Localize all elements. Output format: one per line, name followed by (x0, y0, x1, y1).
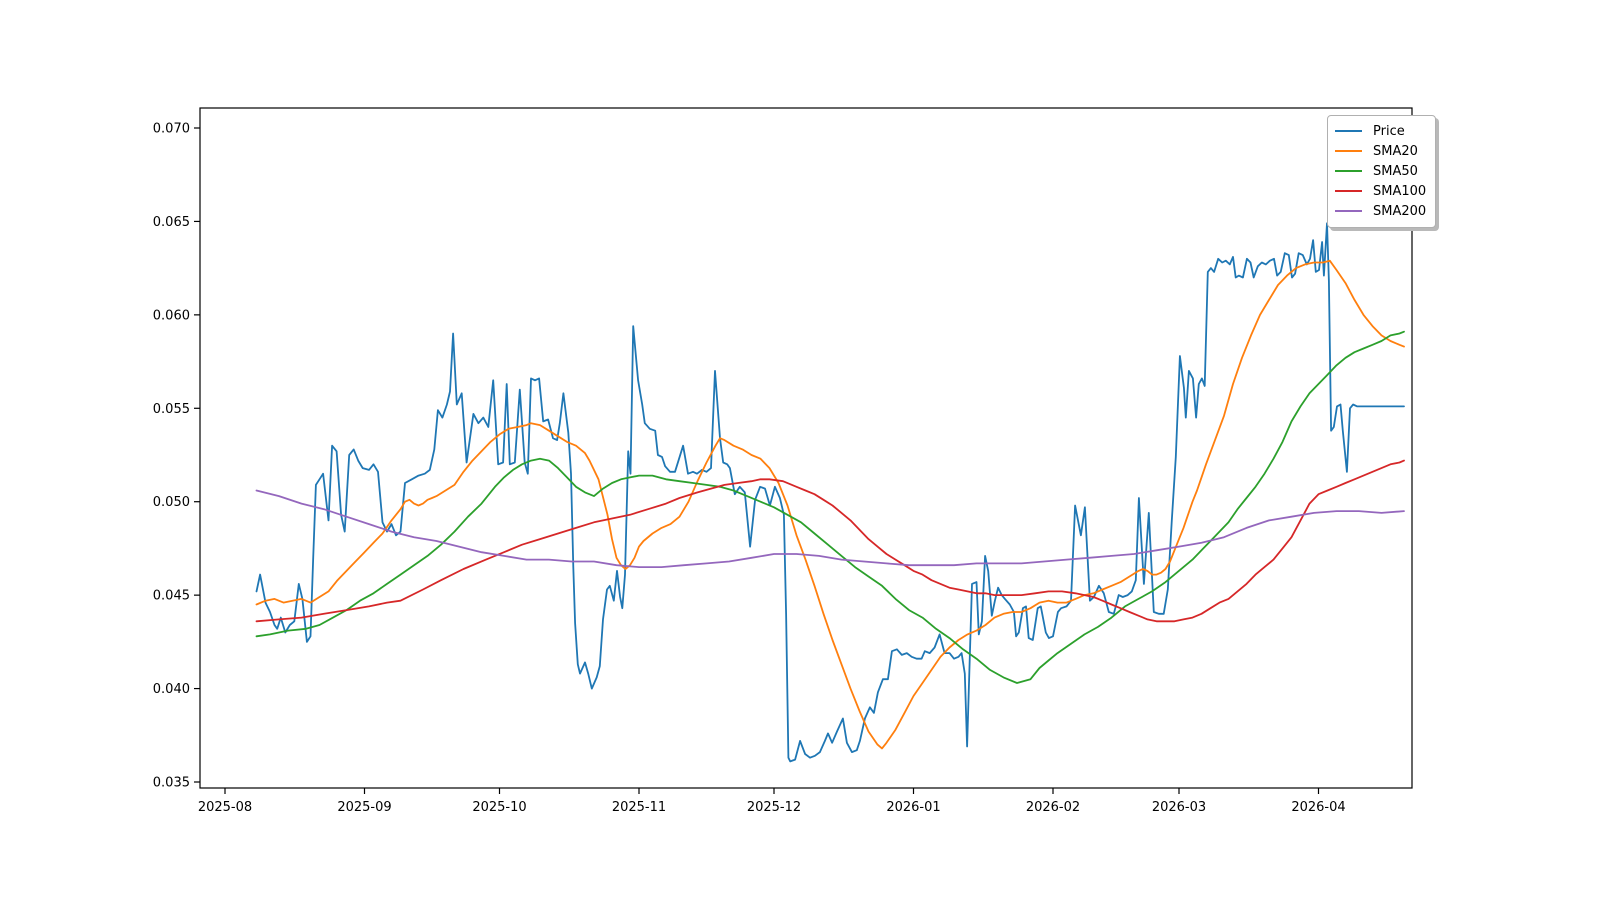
y-tick-label: 0.045 (153, 589, 190, 604)
legend-item-sma50: SMA50 (1335, 161, 1426, 181)
y-tick-label: 0.050 (153, 495, 190, 510)
x-tick-label: 2025-12 (747, 800, 801, 815)
axes-frame (199, 107, 1413, 789)
series-price-line (255, 222, 1405, 763)
legend-item-sma20: SMA20 (1335, 141, 1426, 161)
legend-label: SMA100 (1373, 183, 1427, 199)
y-tick-label: 0.070 (153, 122, 190, 137)
legend-label: SMA50 (1373, 163, 1418, 179)
x-tick-label: 2026-03 (1152, 800, 1206, 815)
legend-item-price: Price (1335, 121, 1426, 141)
y-tick-label: 0.060 (153, 308, 190, 323)
y-tick-label: 0.065 (153, 215, 190, 230)
x-tick-label: 2025-10 (472, 800, 526, 815)
figure-canvas: 0.035 0.040 0.045 0.050 0.055 0.060 0.065 0.070… (0, 0, 1600, 900)
legend-label: SMA200 (1373, 203, 1427, 219)
legend-item-sma200: SMA200 (1335, 201, 1426, 221)
y-tick-label: 0.055 (153, 402, 190, 417)
x-tick-label: 2026-02 (1026, 800, 1080, 815)
legend: Price SMA20 SMA50 SMA100 SMA200 (1327, 115, 1437, 228)
legend-label: Price (1373, 123, 1405, 139)
legend-swatch-price (1335, 130, 1362, 132)
x-tick-label: 2025-11 (612, 800, 666, 815)
x-tick-label: 2026-04 (1291, 800, 1345, 815)
legend-swatch-sma200 (1335, 210, 1362, 212)
y-tick-label: 0.035 (153, 775, 190, 790)
legend-swatch-sma20 (1335, 150, 1362, 152)
x-tick-label: 2025-08 (198, 800, 252, 815)
x-tick-label: 2025-09 (337, 800, 391, 815)
legend-swatch-sma50 (1335, 170, 1362, 172)
series-sma100-line (255, 459, 1405, 623)
series-sma50-line (255, 330, 1405, 684)
legend-swatch-sma100 (1335, 190, 1362, 192)
legend-item-sma100: SMA100 (1335, 181, 1426, 201)
y-tick-label: 0.040 (153, 682, 190, 697)
legend-label: SMA20 (1373, 143, 1418, 159)
x-tick-label: 2026-01 (886, 800, 940, 815)
